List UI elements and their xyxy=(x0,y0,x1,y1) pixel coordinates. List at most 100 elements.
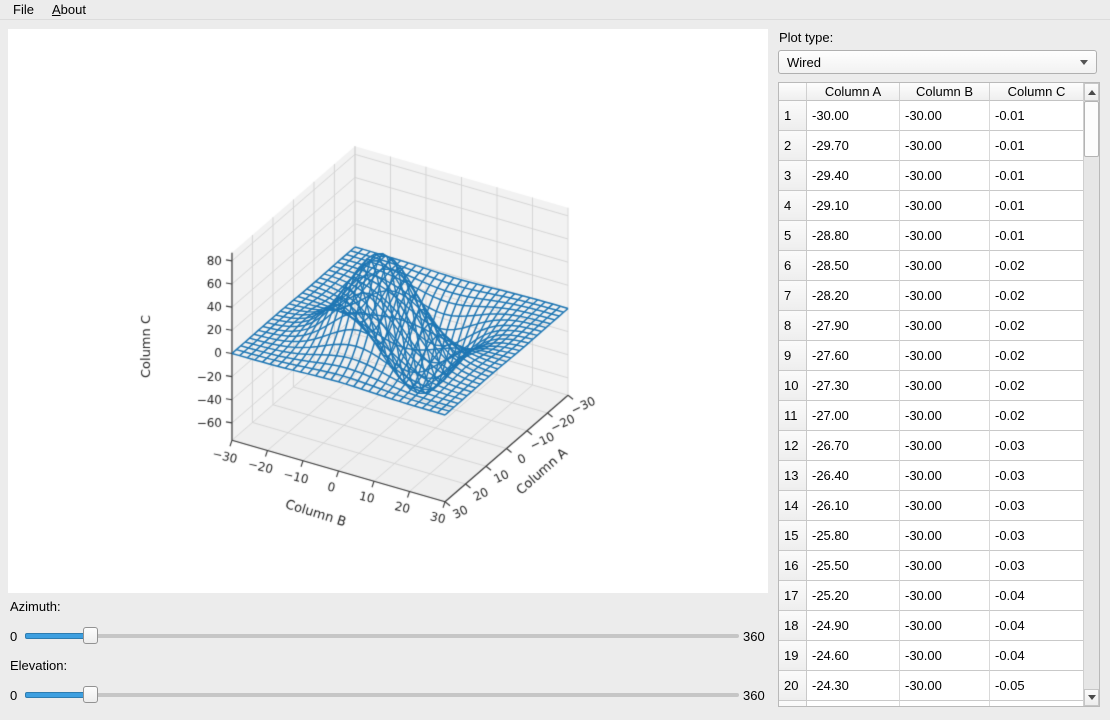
table-cell[interactable]: -28.20 xyxy=(807,281,900,311)
table-row[interactable]: 5-28.80-30.00-0.01 xyxy=(779,221,1099,251)
table-cell[interactable]: -0.05 xyxy=(990,671,1084,701)
table-row[interactable]: 3-29.40-30.00-0.01 xyxy=(779,161,1099,191)
table-row[interactable]: 4-29.10-30.00-0.01 xyxy=(779,191,1099,221)
table-cell[interactable]: -0.02 xyxy=(990,371,1084,401)
table-cell[interactable]: -30.00 xyxy=(900,581,990,611)
table-row[interactable] xyxy=(779,701,1099,707)
table-cell[interactable]: -30.00 xyxy=(900,461,990,491)
row-number-cell[interactable]: 5 xyxy=(779,221,807,251)
azimuth-slider[interactable] xyxy=(25,634,739,638)
table-cell[interactable]: -0.04 xyxy=(990,581,1084,611)
header-column-c[interactable]: Column C xyxy=(990,83,1084,101)
table-scrollbar[interactable] xyxy=(1083,83,1099,706)
table-cell[interactable]: -30.00 xyxy=(900,401,990,431)
table-cell[interactable] xyxy=(990,701,1084,707)
table-cell[interactable]: -25.50 xyxy=(807,551,900,581)
table-cell[interactable]: -30.00 xyxy=(900,311,990,341)
table-row[interactable]: 11-27.00-30.00-0.02 xyxy=(779,401,1099,431)
table-cell[interactable]: -0.04 xyxy=(990,611,1084,641)
table-row[interactable]: 6-28.50-30.00-0.02 xyxy=(779,251,1099,281)
row-number-cell[interactable]: 8 xyxy=(779,311,807,341)
table-row[interactable]: 16-25.50-30.00-0.03 xyxy=(779,551,1099,581)
menu-about[interactable]: About xyxy=(43,0,95,19)
elevation-slider-thumb[interactable] xyxy=(83,686,98,703)
table-cell[interactable]: -0.02 xyxy=(990,281,1084,311)
row-number-cell[interactable]: 4 xyxy=(779,191,807,221)
table-row[interactable]: 7-28.20-30.00-0.02 xyxy=(779,281,1099,311)
table-cell[interactable]: -26.40 xyxy=(807,461,900,491)
table-row[interactable]: 15-25.80-30.00-0.03 xyxy=(779,521,1099,551)
table-cell[interactable]: -0.03 xyxy=(990,431,1084,461)
table-cell[interactable]: -26.10 xyxy=(807,491,900,521)
table-cell[interactable] xyxy=(900,701,990,707)
table-cell[interactable]: -30.00 xyxy=(900,281,990,311)
row-number-cell[interactable] xyxy=(779,701,807,707)
table-cell[interactable] xyxy=(807,701,900,707)
row-number-cell[interactable]: 15 xyxy=(779,521,807,551)
row-number-cell[interactable]: 2 xyxy=(779,131,807,161)
table-cell[interactable]: -0.03 xyxy=(990,521,1084,551)
table-row[interactable]: 10-27.30-30.00-0.02 xyxy=(779,371,1099,401)
table-row[interactable]: 18-24.90-30.00-0.04 xyxy=(779,611,1099,641)
table-cell[interactable]: -30.00 xyxy=(900,491,990,521)
row-number-cell[interactable]: 10 xyxy=(779,371,807,401)
table-cell[interactable]: -30.00 xyxy=(900,671,990,701)
table-cell[interactable]: -24.30 xyxy=(807,671,900,701)
table-cell[interactable]: -25.80 xyxy=(807,521,900,551)
row-number-cell[interactable]: 16 xyxy=(779,551,807,581)
table-cell[interactable]: -27.30 xyxy=(807,371,900,401)
table-row[interactable]: 17-25.20-30.00-0.04 xyxy=(779,581,1099,611)
scrollbar-up-button[interactable] xyxy=(1084,83,1099,101)
row-number-cell[interactable]: 3 xyxy=(779,161,807,191)
plot-type-select[interactable]: Wired xyxy=(778,50,1097,74)
table-cell[interactable]: -30.00 xyxy=(900,641,990,671)
table-cell[interactable]: -29.70 xyxy=(807,131,900,161)
table-cell[interactable]: -28.50 xyxy=(807,251,900,281)
row-number-cell[interactable]: 18 xyxy=(779,611,807,641)
table-cell[interactable]: -24.90 xyxy=(807,611,900,641)
row-number-cell[interactable]: 11 xyxy=(779,401,807,431)
table-row[interactable]: 20-24.30-30.00-0.05 xyxy=(779,671,1099,701)
header-column-a[interactable]: Column A xyxy=(807,83,900,101)
table-cell[interactable]: -0.03 xyxy=(990,491,1084,521)
table-cell[interactable]: -0.02 xyxy=(990,311,1084,341)
row-number-cell[interactable]: 7 xyxy=(779,281,807,311)
table-cell[interactable]: -0.02 xyxy=(990,341,1084,371)
table-cell[interactable]: -0.01 xyxy=(990,131,1084,161)
scrollbar-thumb[interactable] xyxy=(1084,101,1099,157)
row-number-cell[interactable]: 13 xyxy=(779,461,807,491)
table-cell[interactable]: -0.01 xyxy=(990,221,1084,251)
table-cell[interactable]: -25.20 xyxy=(807,581,900,611)
table-cell[interactable]: -0.01 xyxy=(990,191,1084,221)
table-cell[interactable]: -30.00 xyxy=(900,131,990,161)
table-cell[interactable]: -0.01 xyxy=(990,101,1084,131)
table-cell[interactable]: -30.00 xyxy=(900,611,990,641)
table-cell[interactable]: -27.90 xyxy=(807,311,900,341)
table-row[interactable]: 14-26.10-30.00-0.03 xyxy=(779,491,1099,521)
table-cell[interactable]: -0.04 xyxy=(990,641,1084,671)
table-cell[interactable]: -30.00 xyxy=(900,191,990,221)
row-number-cell[interactable]: 20 xyxy=(779,671,807,701)
table-cell[interactable]: -26.70 xyxy=(807,431,900,461)
table-cell[interactable]: -30.00 xyxy=(900,221,990,251)
table-cell[interactable]: -0.03 xyxy=(990,461,1084,491)
table-cell[interactable]: -30.00 xyxy=(900,371,990,401)
table-cell[interactable]: -27.60 xyxy=(807,341,900,371)
table-cell[interactable]: -0.03 xyxy=(990,551,1084,581)
table-cell[interactable]: -29.10 xyxy=(807,191,900,221)
table-cell[interactable]: -0.01 xyxy=(990,161,1084,191)
table-row[interactable]: 12-26.70-30.00-0.03 xyxy=(779,431,1099,461)
elevation-slider[interactable] xyxy=(25,693,739,697)
table-cell[interactable]: -0.02 xyxy=(990,251,1084,281)
table-row[interactable]: 1-30.00-30.00-0.01 xyxy=(779,101,1099,131)
menu-file[interactable]: File xyxy=(4,0,43,19)
row-number-cell[interactable]: 12 xyxy=(779,431,807,461)
table-cell[interactable]: -30.00 xyxy=(900,341,990,371)
row-number-cell[interactable]: 9 xyxy=(779,341,807,371)
table-cell[interactable]: -0.02 xyxy=(990,401,1084,431)
table-row[interactable]: 13-26.40-30.00-0.03 xyxy=(779,461,1099,491)
row-number-cell[interactable]: 1 xyxy=(779,101,807,131)
table-row[interactable]: 19-24.60-30.00-0.04 xyxy=(779,641,1099,671)
table-cell[interactable]: -24.60 xyxy=(807,641,900,671)
table-row[interactable]: 9-27.60-30.00-0.02 xyxy=(779,341,1099,371)
